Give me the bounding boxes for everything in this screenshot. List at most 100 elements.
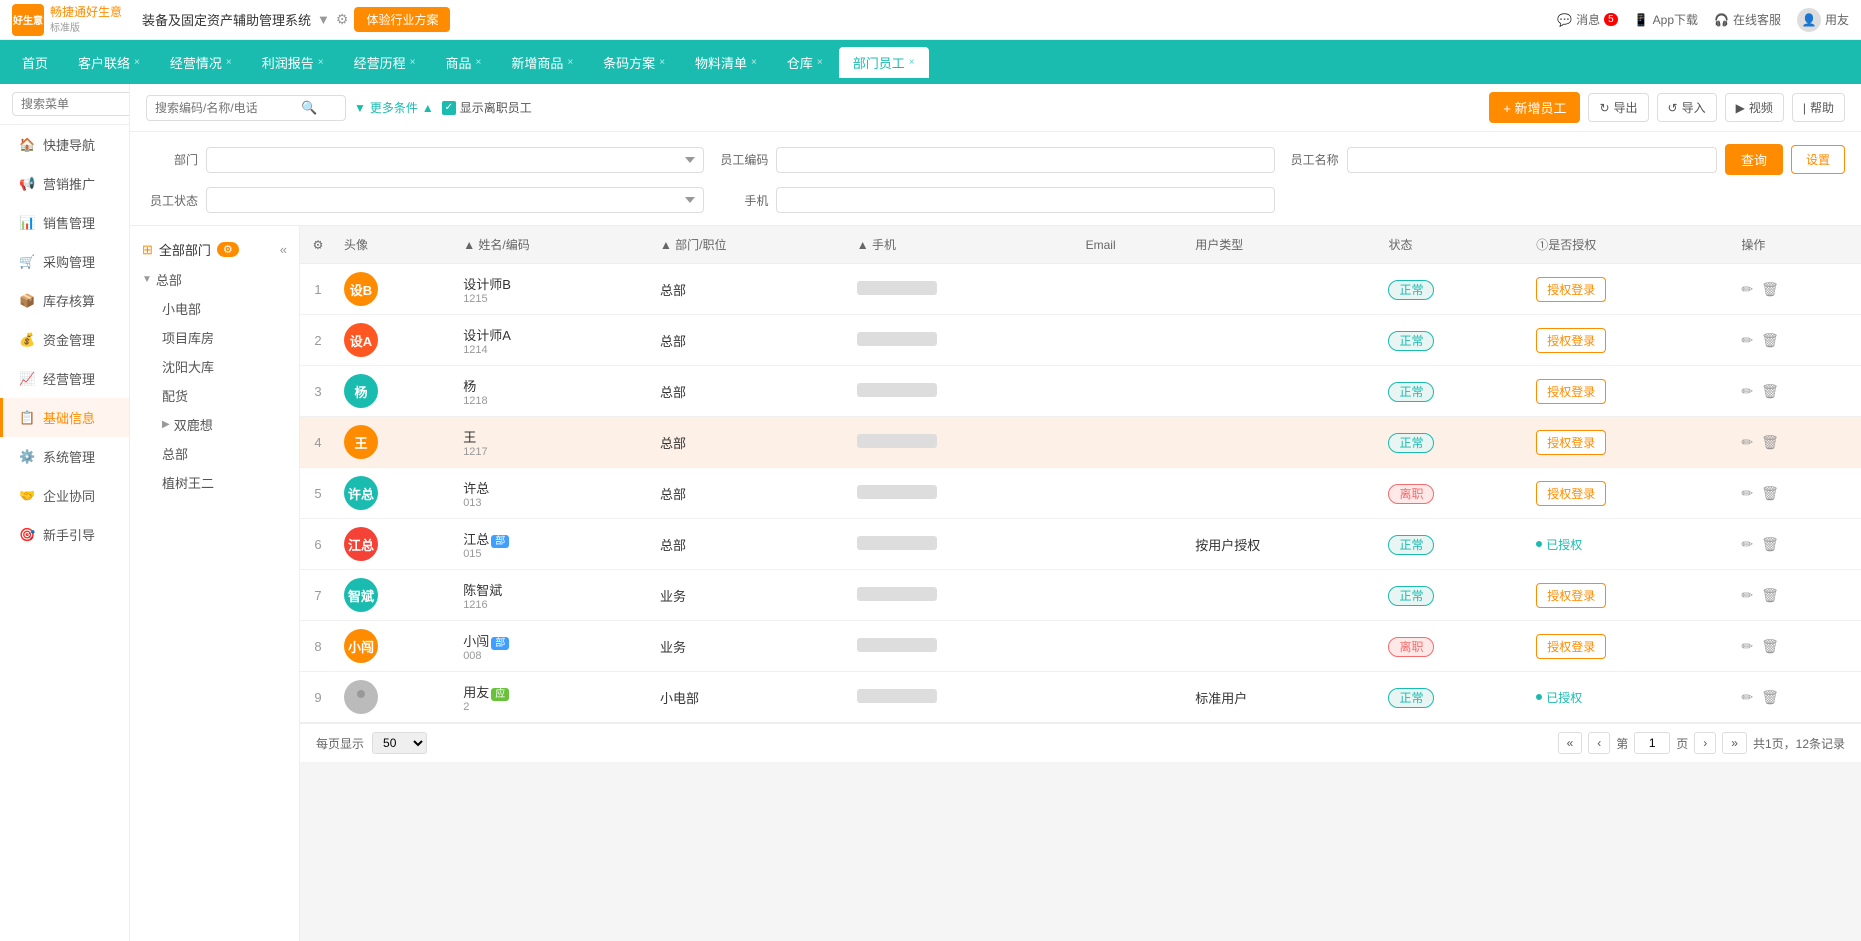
sidebar-item-sales[interactable]: 📊 销售管理 <box>0 203 129 242</box>
dept-item-project[interactable]: 项目库房 <box>142 323 299 352</box>
th-dept[interactable]: ▲ 部门/职位 <box>652 226 849 264</box>
code-filter-input[interactable] <box>776 147 1274 173</box>
tab-bom[interactable]: 物料清单 × <box>681 47 771 78</box>
delete-icon[interactable]: 🗑 <box>1761 638 1779 655</box>
dropdown-icon[interactable]: ▼ <box>317 12 330 27</box>
dept-parent-hq[interactable]: ▼ 总部 <box>130 265 299 294</box>
close-tab-profit[interactable]: × <box>318 57 324 68</box>
close-tab-barcode[interactable]: × <box>659 57 665 68</box>
th-name-code[interactable]: ▲ 姓名/编码 <box>455 226 652 264</box>
import-button[interactable]: ↺ 导入 <box>1657 93 1717 122</box>
tab-warehouse[interactable]: 仓库 × <box>773 47 837 78</box>
close-tab-employees[interactable]: × <box>909 57 915 68</box>
settings-icon[interactable]: ⚙ <box>336 11 349 28</box>
experience-button[interactable]: 体验行业方案 <box>354 7 450 32</box>
sidebar-item-guide[interactable]: 🎯 新手引导 <box>0 515 129 554</box>
close-tab-bom[interactable]: × <box>751 57 757 68</box>
delete-icon[interactable]: 🗑 <box>1761 485 1779 502</box>
sidebar-item-inventory[interactable]: 📦 库存核算 <box>0 281 129 320</box>
set-button[interactable]: 设置 <box>1791 145 1845 174</box>
dept-item-xiaodian[interactable]: 小电部 <box>142 294 299 323</box>
edit-icon[interactable]: ✏ <box>1741 638 1753 655</box>
close-tab-customer[interactable]: × <box>134 57 140 68</box>
message-action[interactable]: 💬 消息 5 <box>1557 11 1618 28</box>
delete-icon[interactable]: 🗑 <box>1761 689 1779 706</box>
collapse-btn[interactable]: « <box>280 242 287 257</box>
sidebar-item-purchase[interactable]: 🛒 采购管理 <box>0 242 129 281</box>
sidebar-item-collab[interactable]: 🤝 企业协同 <box>0 476 129 515</box>
edit-icon[interactable]: ✏ <box>1741 536 1753 553</box>
status-filter-select[interactable] <box>206 187 704 213</box>
delete-icon[interactable]: 🗑 <box>1761 281 1779 298</box>
edit-icon[interactable]: ✏ <box>1741 332 1753 349</box>
tab-barcode[interactable]: 条码方案 × <box>589 47 679 78</box>
query-button[interactable]: 查询 <box>1725 144 1783 175</box>
tab-operation[interactable]: 经营情况 × <box>156 47 246 78</box>
search-input[interactable] <box>155 101 295 115</box>
tab-customer[interactable]: 客户联络 × <box>64 47 154 78</box>
edit-icon[interactable]: ✏ <box>1741 383 1753 400</box>
app-download-action[interactable]: 📱 App下载 <box>1634 11 1698 28</box>
sidebar-item-business[interactable]: 📈 经营管理 <box>0 359 129 398</box>
last-page-btn[interactable]: » <box>1722 732 1747 754</box>
delete-icon[interactable]: 🗑 <box>1761 383 1779 400</box>
delete-icon[interactable]: 🗑 <box>1761 536 1779 553</box>
online-service-action[interactable]: 🎧 在线客服 <box>1714 11 1781 28</box>
show-resigned-toggle[interactable]: ✓ 显示离职员工 <box>442 99 532 116</box>
prev-page-btn[interactable]: ‹ <box>1588 732 1610 754</box>
show-resigned-checkbox[interactable]: ✓ <box>442 101 456 115</box>
dept-filter-select[interactable] <box>206 147 704 173</box>
edit-icon[interactable]: ✏ <box>1741 434 1753 451</box>
export-button[interactable]: ↻ 导出 <box>1588 93 1648 122</box>
next-page-btn[interactable]: › <box>1694 732 1716 754</box>
delete-icon[interactable]: 🗑 <box>1761 332 1779 349</box>
page-number-input[interactable] <box>1634 732 1670 754</box>
dept-item-shenyang[interactable]: 沈阳大库 <box>142 352 299 381</box>
close-tab-history[interactable]: × <box>410 57 416 68</box>
phone-filter-input[interactable] <box>776 187 1274 213</box>
sidebar-item-system[interactable]: ⚙️ 系统管理 <box>0 437 129 476</box>
auth-btn[interactable]: 授权登录 <box>1536 481 1606 506</box>
user-action[interactable]: 👤 用友 <box>1797 8 1849 32</box>
name-filter-input[interactable] <box>1347 147 1717 173</box>
close-tab-warehouse[interactable]: × <box>817 57 823 68</box>
close-tab-operation[interactable]: × <box>226 57 232 68</box>
add-employee-button[interactable]: + 新增员工 <box>1489 92 1580 123</box>
first-page-btn[interactable]: « <box>1558 732 1583 754</box>
dept-item-distribution[interactable]: 配货 <box>142 381 299 410</box>
sidebar-item-marketing[interactable]: 📢 营销推广 <box>0 164 129 203</box>
tab-goods[interactable]: 商品 × <box>431 47 495 78</box>
tab-history[interactable]: 经营历程 × <box>340 47 430 78</box>
dept-badge[interactable]: ⚙ <box>217 242 239 257</box>
sidebar-item-quicknav[interactable]: 🏠 快捷导航 <box>0 125 129 164</box>
auth-btn[interactable]: 授权登录 <box>1536 583 1606 608</box>
edit-icon[interactable]: ✏ <box>1741 485 1753 502</box>
sidebar-item-finance[interactable]: 💰 资金管理 <box>0 320 129 359</box>
close-tab-add-goods[interactable]: × <box>567 57 573 68</box>
dept-item-shuanglu[interactable]: ▶ 双鹿想 <box>142 410 299 439</box>
dept-item-plant[interactable]: 植树王二 <box>142 468 299 497</box>
page-size-select[interactable]: 50 100 <box>372 732 427 754</box>
edit-icon[interactable]: ✏ <box>1741 281 1753 298</box>
auth-btn[interactable]: 授权登录 <box>1536 277 1606 302</box>
help-button[interactable]: | 帮助 <box>1792 93 1845 122</box>
tab-profit[interactable]: 利润报告 × <box>248 47 338 78</box>
tab-add-goods[interactable]: 新增商品 × <box>497 47 587 78</box>
view-button[interactable]: ▶ 视频 <box>1725 93 1784 122</box>
sidebar-item-basic[interactable]: 📋 基础信息 <box>0 398 129 437</box>
close-tab-goods[interactable]: × <box>475 57 481 68</box>
auth-btn[interactable]: 授权登录 <box>1536 430 1606 455</box>
more-filters-btn[interactable]: ▼ 更多条件 ▲ <box>354 99 434 116</box>
tab-home[interactable]: 首页 <box>8 47 62 78</box>
auth-btn[interactable]: 授权登录 <box>1536 328 1606 353</box>
auth-btn[interactable]: 授权登录 <box>1536 634 1606 659</box>
th-phone[interactable]: ▲ 手机 <box>849 226 1078 264</box>
delete-icon[interactable]: 🗑 <box>1761 587 1779 604</box>
sidebar-search-input[interactable] <box>12 92 130 116</box>
tab-employees[interactable]: 部门员工 × <box>839 47 929 78</box>
th-settings[interactable]: ⚙ <box>300 226 336 264</box>
edit-icon[interactable]: ✏ <box>1741 587 1753 604</box>
auth-btn[interactable]: 授权登录 <box>1536 379 1606 404</box>
delete-icon[interactable]: 🗑 <box>1761 434 1779 451</box>
dept-item-hq[interactable]: 总部 <box>142 439 299 468</box>
